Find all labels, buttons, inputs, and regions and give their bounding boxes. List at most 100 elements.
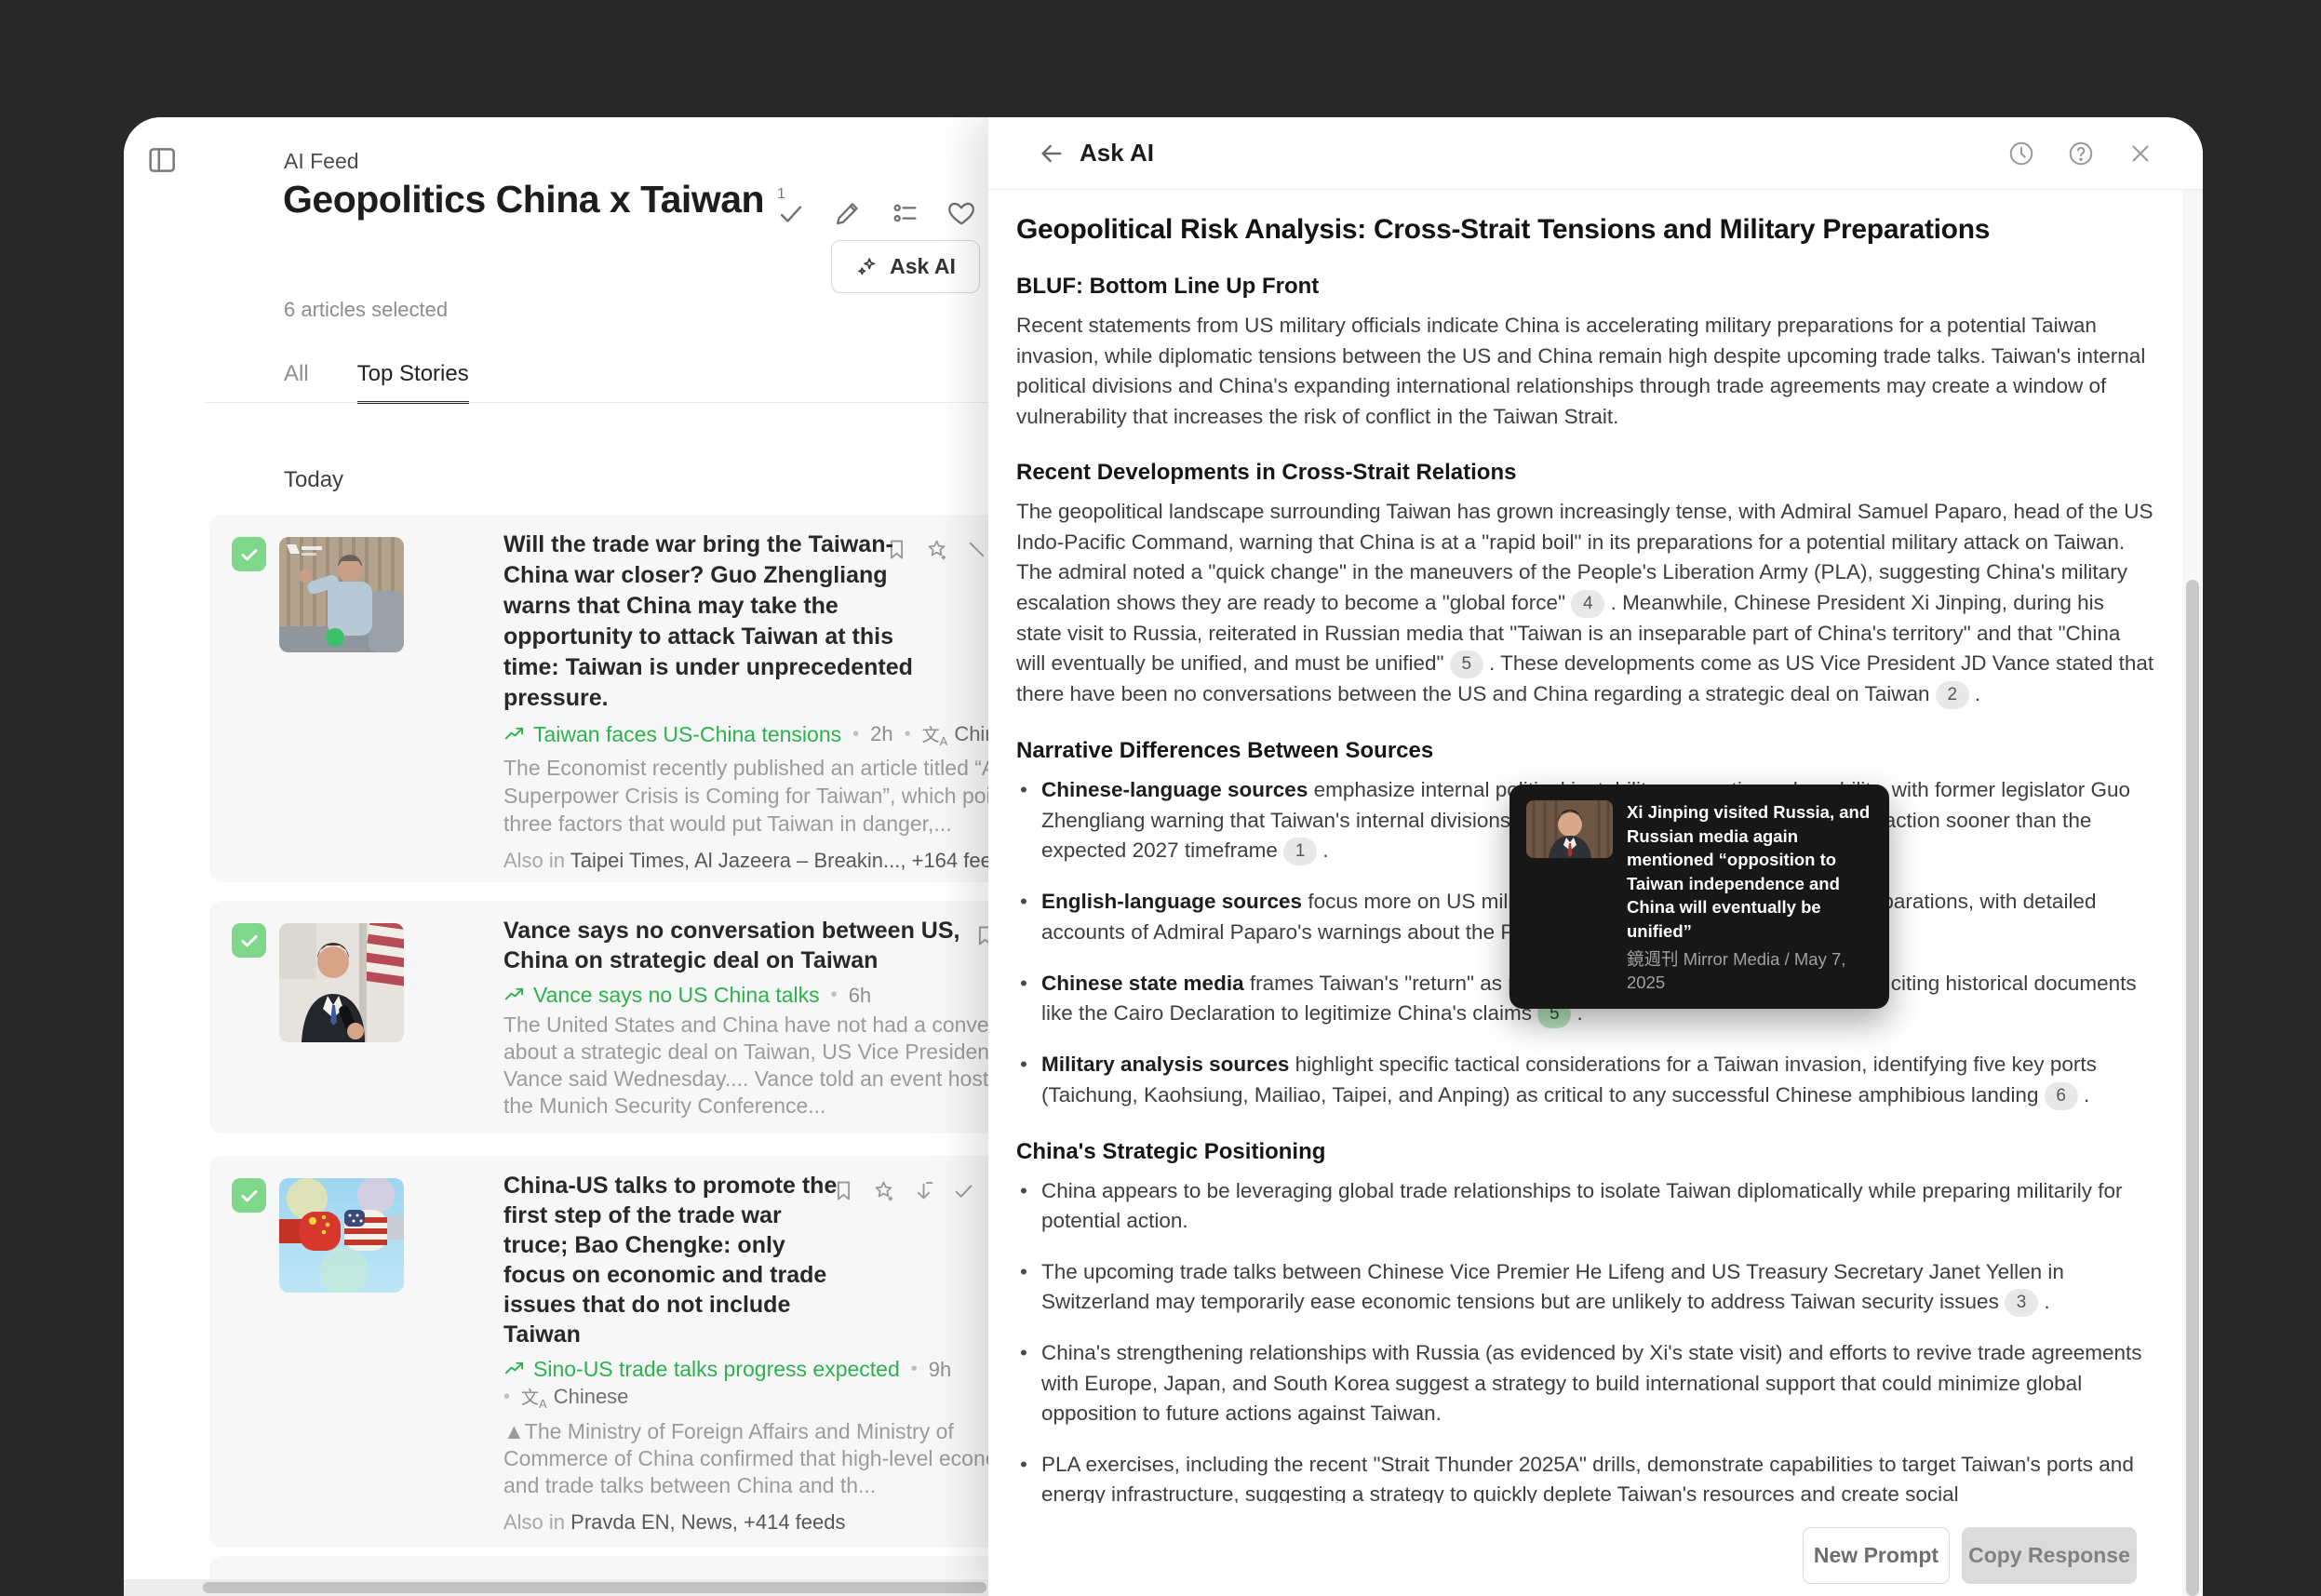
help-icon[interactable]: [2067, 140, 2095, 168]
article-title[interactable]: China-US talks to promote the first step…: [503, 1171, 844, 1349]
feed-horizontal-scrollbar: [124, 1579, 988, 1596]
article-meta: Sino-US trade talks progress expected • …: [503, 1357, 1025, 1382]
horizontal-scrollbar-thumb[interactable]: [203, 1582, 986, 1593]
heart-icon[interactable]: [946, 197, 977, 229]
section-heading-developments: Recent Developments in Cross-Strait Rela…: [1016, 460, 1517, 485]
bullet-item: China's strengthening relationships with…: [1016, 1338, 2154, 1429]
new-prompt-button[interactable]: New Prompt: [1803, 1527, 1950, 1584]
citation-pill-3[interactable]: 3: [2005, 1289, 2039, 1317]
also-in-row: Also in Wires | Mail Online, *Walter Blo…: [503, 1131, 1025, 1133]
translate-icon: 文A: [521, 1388, 547, 1411]
feed-tabs: All Top Stories: [284, 361, 469, 404]
article-card-3[interactable]: China-US talks to promote the first step…: [209, 1156, 1047, 1548]
article-thumbnail-vance[interactable]: [279, 923, 404, 1042]
article-language: 文AChinese: [521, 1385, 629, 1411]
articles-selected-count: 6 articles selected: [284, 298, 449, 321]
article-card-1[interactable]: Will the trade war bring the Taiwan-Chin…: [209, 515, 1047, 882]
app-window: AI Feed Geopolitics China x Taiwan 1 Ask…: [124, 117, 2203, 1596]
article-checkbox[interactable]: [232, 923, 266, 958]
article-meta-language: • 文A Chinese: [503, 1384, 1025, 1411]
topic-tag[interactable]: Sino-US trade talks progress expected: [503, 1357, 900, 1382]
bullet-item: China appears to be leveraging global tr…: [1016, 1176, 2154, 1237]
article-card-4-partial[interactable]: [209, 1556, 1047, 1579]
article-age: 2h: [870, 722, 893, 746]
vertical-scrollbar-thumb[interactable]: [2186, 580, 2199, 1596]
tab-all[interactable]: All: [284, 361, 309, 404]
trending-icon: [504, 987, 524, 1000]
trending-icon: [504, 1361, 524, 1375]
panel-vertical-scrollbar: [2182, 190, 2203, 1596]
article-meta: Taiwan faces US-China tensions • 2h • 文A…: [503, 721, 1029, 748]
history-clock-icon[interactable]: [2007, 140, 2035, 168]
bullet-lead-in: Military analysis sources: [1041, 1053, 1290, 1076]
meta-dot: •: [830, 985, 838, 1005]
panel-footer: New Prompt Copy Response: [988, 1503, 2203, 1596]
ask-ai-button[interactable]: Ask AI: [831, 240, 980, 293]
article-title[interactable]: Vance says no conversation between US, C…: [503, 916, 973, 975]
developments-paragraph: The geopolitical landscape surrounding T…: [1016, 497, 2154, 710]
tooltip-headline: Xi Jinping visited Russia, and Russian m…: [1627, 802, 1871, 941]
check-icon: [241, 548, 257, 560]
copy-response-button[interactable]: Copy Response: [1962, 1527, 2137, 1584]
feed-title: Geopolitics China x Taiwan: [283, 178, 765, 221]
bullet-item: PLA exercises, including the recent "Str…: [1016, 1450, 2154, 1504]
section-heading-positioning: China's Strategic Positioning: [1016, 1138, 1326, 1164]
bullet-lead-in: English-language sources: [1041, 890, 1303, 913]
selection-count-badge: 1: [777, 186, 785, 202]
meta-dot: •: [904, 723, 911, 744]
citation-pill-5[interactable]: 5: [1449, 650, 1483, 678]
bullet-lead-in: Chinese state media: [1041, 971, 1244, 995]
breadcrumb: AI Feed: [284, 149, 359, 173]
also-in-sources[interactable]: Taipei Times, Al Jazeera – Breakin..., +…: [570, 849, 1013, 872]
edit-pencil-icon[interactable]: [832, 197, 864, 229]
article-checkbox[interactable]: [232, 1178, 266, 1213]
xi-jinping-photo: [1526, 800, 1613, 858]
sidebar-toggle-icon[interactable]: [144, 141, 181, 179]
panel-title: Ask AI: [1080, 139, 1154, 167]
ask-ai-header: Ask AI: [988, 117, 2203, 190]
check-icon: [241, 934, 257, 946]
citation-pill-1[interactable]: 1: [1283, 838, 1318, 865]
tab-top-stories[interactable]: Top Stories: [356, 361, 469, 404]
citation-pill-4[interactable]: 4: [1571, 589, 1605, 618]
citation-pill-6[interactable]: 6: [2044, 1081, 2078, 1110]
feed-header-actions: 1: [775, 186, 977, 229]
also-in-row: Also in Pravda EN, News, +414 feeds: [503, 1509, 846, 1534]
article-summary: The Economist recently published an arti…: [503, 755, 1047, 836]
doc-title: Geopolitical Risk Analysis: Cross-Strait…: [1016, 214, 1991, 245]
also-in-row: Also in Taipei Times, Al Jazeera – Break…: [503, 848, 1014, 872]
positioning-bullet-list: China appears to be leveraging global tr…: [1016, 1176, 2154, 1504]
meta-dot: •: [852, 723, 860, 744]
bullet-lead-in: Chinese-language sources: [1041, 778, 1308, 801]
back-arrow-icon[interactable]: [1037, 139, 1067, 168]
topic-tag[interactable]: Taiwan faces US-China tensions: [503, 722, 841, 747]
ask-ai-label: Ask AI: [890, 254, 956, 278]
section-heading-narrative: Narrative Differences Between Sources: [1016, 738, 1434, 763]
section-heading-bluf: BLUF: Bottom Line Up Front: [1016, 274, 1320, 299]
article-summary: The United States and China have not had…: [503, 1013, 1047, 1118]
bullet-item: Military analysis sources highlight spec…: [1016, 1050, 2154, 1111]
bluf-paragraph: Recent statements from US military offic…: [1016, 314, 2146, 428]
article-card-2[interactable]: Vance says no conversation between US, C…: [209, 901, 1047, 1133]
article-checkbox[interactable]: [232, 537, 266, 571]
article-title[interactable]: Will the trade war bring the Taiwan-Chin…: [503, 530, 924, 714]
select-check-icon[interactable]: 1: [775, 186, 807, 229]
also-in-sources[interactable]: Pravda EN, News, +414 feeds: [570, 1510, 845, 1534]
topic-tag[interactable]: Vance says no US China talks: [503, 983, 820, 1008]
meta-dot: •: [503, 1386, 511, 1407]
article-thumbnail-interview[interactable]: [279, 537, 404, 652]
translate-icon: 文A: [921, 726, 948, 748]
also-in-sources[interactable]: Wires | Mail Online, *Walter Bloomberg (…: [570, 1131, 974, 1133]
tooltip-body: Xi Jinping visited Russia, and Russian m…: [1627, 800, 1871, 994]
list-options-icon[interactable]: [889, 197, 920, 229]
close-icon[interactable]: [2126, 140, 2154, 168]
sparkles-icon: [858, 258, 876, 275]
citation-tooltip: Xi Jinping visited Russia, and Russian m…: [1509, 785, 1889, 1009]
screen: AI Feed Geopolitics China x Taiwan 1 Ask…: [0, 0, 2321, 1596]
article-age: 6h: [848, 983, 872, 1007]
article-meta: Vance says no US China talks • 6h: [503, 983, 1025, 1008]
article-thumbnail-flags[interactable]: [279, 1178, 404, 1293]
citation-pill-2[interactable]: 2: [1935, 681, 1969, 709]
check-icon: [241, 1189, 257, 1201]
panel-header-actions: [2007, 140, 2154, 168]
